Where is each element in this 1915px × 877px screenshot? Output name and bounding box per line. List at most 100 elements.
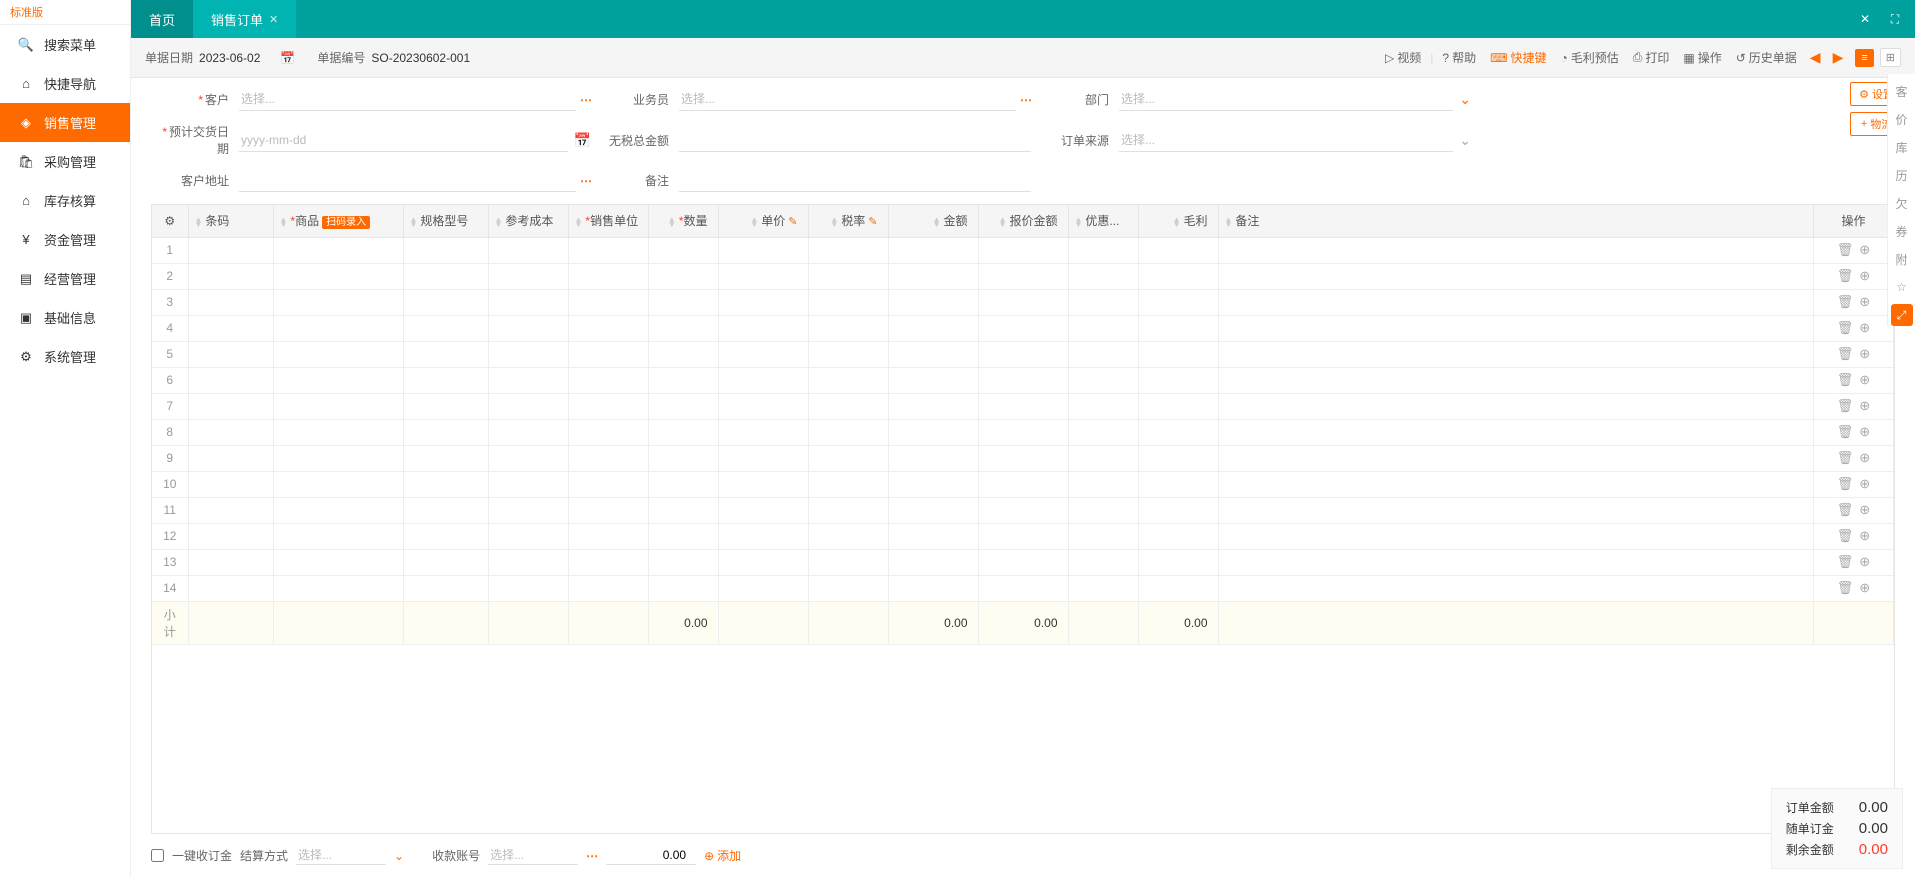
close-all-icon[interactable]: ✕ xyxy=(1853,7,1877,31)
rail-history[interactable]: 历 xyxy=(1891,164,1913,186)
delete-icon[interactable]: 🗑 xyxy=(1837,554,1854,570)
video-link[interactable]: ▷视频 xyxy=(1380,49,1426,66)
shortcut-link[interactable]: ⌨快捷键 xyxy=(1485,49,1551,66)
table-row[interactable]: 12🗑⊕ xyxy=(152,523,1894,549)
chevron-down-icon[interactable]: ⌄ xyxy=(1453,132,1471,149)
table-row[interactable]: 14🗑⊕ xyxy=(152,575,1894,601)
delete-icon[interactable]: 🗑 xyxy=(1837,450,1854,466)
customer-input[interactable] xyxy=(239,88,576,111)
dept-input[interactable] xyxy=(1119,88,1453,111)
copy-icon[interactable]: ⊕ xyxy=(1859,502,1870,518)
copy-icon[interactable]: ⊕ xyxy=(1859,398,1870,414)
delivery-date-input[interactable] xyxy=(239,129,568,152)
copy-icon[interactable]: ⊕ xyxy=(1859,580,1870,596)
salesperson-input[interactable] xyxy=(679,88,1016,111)
table-row[interactable]: 9🗑⊕ xyxy=(152,445,1894,471)
copy-icon[interactable]: ⊕ xyxy=(1859,528,1870,544)
source-input[interactable] xyxy=(1119,129,1453,152)
table-row[interactable]: 10🗑⊕ xyxy=(152,471,1894,497)
sidebar-item-purchase[interactable]: 🛍 采购管理 xyxy=(0,142,130,181)
sidebar-item-sales[interactable]: ◈ 销售管理 xyxy=(0,103,130,142)
lookup-icon[interactable]: ⋯ xyxy=(586,849,598,863)
col-amount[interactable]: 金额 xyxy=(943,214,967,228)
taxfree-input[interactable] xyxy=(679,129,1031,152)
sidebar-item-funds[interactable]: ¥ 资金管理 xyxy=(0,220,130,259)
sidebar-item-operation[interactable]: ▤ 经营管理 xyxy=(0,259,130,298)
col-discount[interactable]: 优惠... xyxy=(1085,214,1119,228)
table-row[interactable]: 13🗑⊕ xyxy=(152,549,1894,575)
tab-sales-order[interactable]: 销售订单 ✕ xyxy=(193,0,296,38)
calendar-icon[interactable]: 📅 xyxy=(568,132,591,149)
delete-icon[interactable]: 🗑 xyxy=(1837,372,1854,388)
sidebar-item-inventory[interactable]: ⌂ 库存核算 xyxy=(0,181,130,220)
col-barcode[interactable]: 条码 xyxy=(205,214,229,228)
col-tax[interactable]: 税率 xyxy=(841,214,865,228)
deposit-checkbox[interactable] xyxy=(151,849,164,862)
lookup-icon[interactable]: ⋯ xyxy=(576,93,591,107)
copy-icon[interactable]: ⊕ xyxy=(1859,346,1870,362)
copy-icon[interactable]: ⊕ xyxy=(1859,294,1870,310)
col-product[interactable]: 商品 xyxy=(295,214,319,228)
rail-favorite[interactable]: ☆ xyxy=(1891,276,1913,298)
table-row[interactable]: 8🗑⊕ xyxy=(152,419,1894,445)
chevron-down-icon[interactable]: ⌄ xyxy=(394,849,404,863)
table-row[interactable]: 11🗑⊕ xyxy=(152,497,1894,523)
help-link[interactable]: ?帮助 xyxy=(1437,49,1481,66)
col-spec[interactable]: 规格型号 xyxy=(420,214,468,228)
copy-icon[interactable]: ⊕ xyxy=(1859,242,1870,258)
profit-estimate-link[interactable]: ◔毛利预估 xyxy=(1555,49,1623,66)
delete-icon[interactable]: 🗑 xyxy=(1837,268,1854,284)
table-row[interactable]: 2🗑⊕ xyxy=(152,263,1894,289)
rail-customer[interactable]: 客 xyxy=(1891,80,1913,102)
sidebar-item-search[interactable]: 🔍 搜索菜单 xyxy=(0,25,130,64)
gear-icon[interactable]: ⚙ xyxy=(164,214,175,228)
add-button[interactable]: ⊕添加 xyxy=(704,847,741,864)
remark-input[interactable] xyxy=(679,169,1031,192)
delete-icon[interactable]: 🗑 xyxy=(1837,476,1854,492)
calendar-icon[interactable]: 📅 xyxy=(280,51,295,65)
view-mode-1[interactable]: ≡ xyxy=(1855,49,1873,67)
lookup-icon[interactable]: ⋯ xyxy=(1016,93,1031,107)
col-remark[interactable]: 备注 xyxy=(1235,214,1259,228)
copy-icon[interactable]: ⊕ xyxy=(1859,476,1870,492)
rail-expand[interactable]: ⤢ xyxy=(1891,304,1913,326)
table-row[interactable]: 4🗑⊕ xyxy=(152,315,1894,341)
delete-icon[interactable]: 🗑 xyxy=(1837,424,1854,440)
col-qty[interactable]: 数量 xyxy=(683,214,707,228)
settle-input[interactable] xyxy=(296,846,386,865)
edit-icon[interactable]: ✎ xyxy=(788,216,797,228)
history-link[interactable]: ↺历史单据 xyxy=(1731,49,1802,66)
print-link[interactable]: ⎙打印 xyxy=(1628,49,1675,66)
rail-stock[interactable]: 库 xyxy=(1891,136,1913,158)
rail-owe[interactable]: 欠 xyxy=(1891,192,1913,214)
chevron-down-icon[interactable]: ⌄ xyxy=(1453,91,1471,108)
col-price[interactable]: 单价 xyxy=(761,214,785,228)
copy-icon[interactable]: ⊕ xyxy=(1859,424,1870,440)
view-mode-2[interactable]: ⊞ xyxy=(1880,48,1901,67)
col-unit[interactable]: 销售单位 xyxy=(590,214,638,228)
ops-link[interactable]: ▦操作 xyxy=(1678,49,1726,66)
rail-coupon[interactable]: 券 xyxy=(1891,220,1913,242)
close-icon[interactable]: ✕ xyxy=(269,13,278,26)
col-quote[interactable]: 报价金额 xyxy=(1009,214,1057,228)
copy-icon[interactable]: ⊕ xyxy=(1859,320,1870,336)
delete-icon[interactable]: 🗑 xyxy=(1837,502,1854,518)
prev-doc-icon[interactable]: ◀ xyxy=(1806,49,1825,66)
rail-price[interactable]: 价 xyxy=(1891,108,1913,130)
delete-icon[interactable]: 🗑 xyxy=(1837,580,1854,596)
delete-icon[interactable]: 🗑 xyxy=(1837,242,1854,258)
rail-attach[interactable]: 附 xyxy=(1891,248,1913,270)
sidebar-item-basicinfo[interactable]: ▣ 基础信息 xyxy=(0,298,130,337)
account-input[interactable] xyxy=(488,846,578,865)
col-profit[interactable]: 毛利 xyxy=(1183,214,1207,228)
delete-icon[interactable]: 🗑 xyxy=(1837,398,1854,414)
col-refcost[interactable]: 参考成本 xyxy=(505,214,553,228)
copy-icon[interactable]: ⊕ xyxy=(1859,554,1870,570)
table-row[interactable]: 1🗑⊕ xyxy=(152,237,1894,263)
scan-badge[interactable]: 扫码录入 xyxy=(322,216,370,229)
delete-icon[interactable]: 🗑 xyxy=(1837,528,1854,544)
footer-amount-input[interactable] xyxy=(606,846,696,865)
lookup-icon[interactable]: ⋯ xyxy=(576,174,591,188)
tab-home[interactable]: 首页 xyxy=(131,0,193,38)
copy-icon[interactable]: ⊕ xyxy=(1859,372,1870,388)
